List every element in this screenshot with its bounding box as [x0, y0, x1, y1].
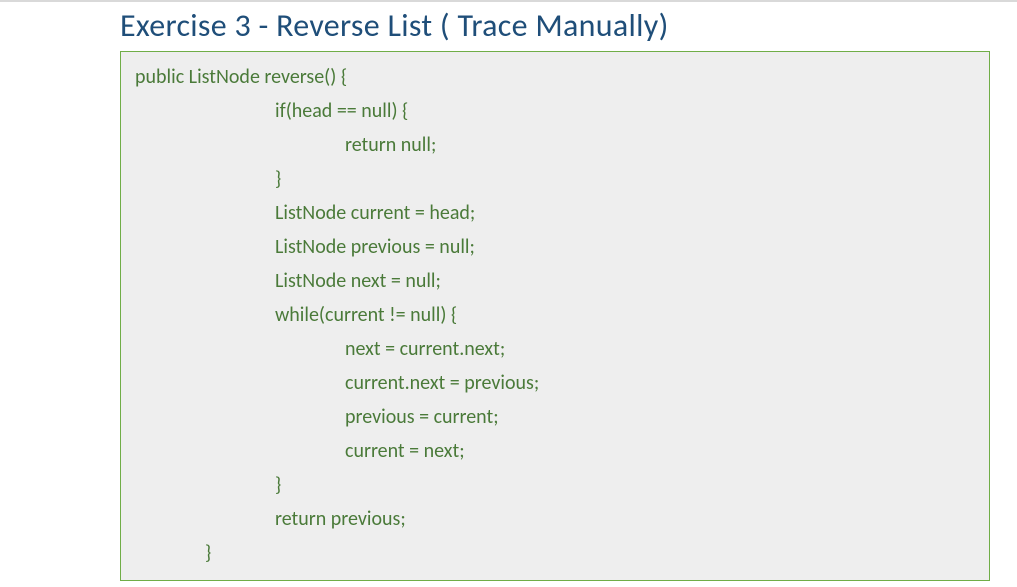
code-line: previous = current; [135, 400, 975, 434]
content-container: Exercise 3 - Reverse List ( Trace Manual… [0, 2, 1017, 581]
code-line: ListNode current = head; [135, 196, 975, 230]
code-line: } [135, 536, 975, 570]
code-line: ListNode next = null; [135, 264, 975, 298]
exercise-heading: Exercise 3 - Reverse List ( Trace Manual… [120, 6, 1017, 45]
code-line: next = current.next; [135, 332, 975, 366]
code-line: ListNode previous = null; [135, 230, 975, 264]
code-line: } [135, 468, 975, 502]
code-line: public ListNode reverse() { [135, 60, 975, 94]
code-line: current.next = previous; [135, 366, 975, 400]
code-block: public ListNode reverse() { if(head == n… [120, 51, 990, 581]
code-line: return previous; [135, 502, 975, 536]
code-line: current = next; [135, 434, 975, 468]
code-line: } [135, 162, 975, 196]
code-line: if(head == null) { [135, 94, 975, 128]
code-line: return null; [135, 128, 975, 162]
code-line: while(current != null) { [135, 298, 975, 332]
